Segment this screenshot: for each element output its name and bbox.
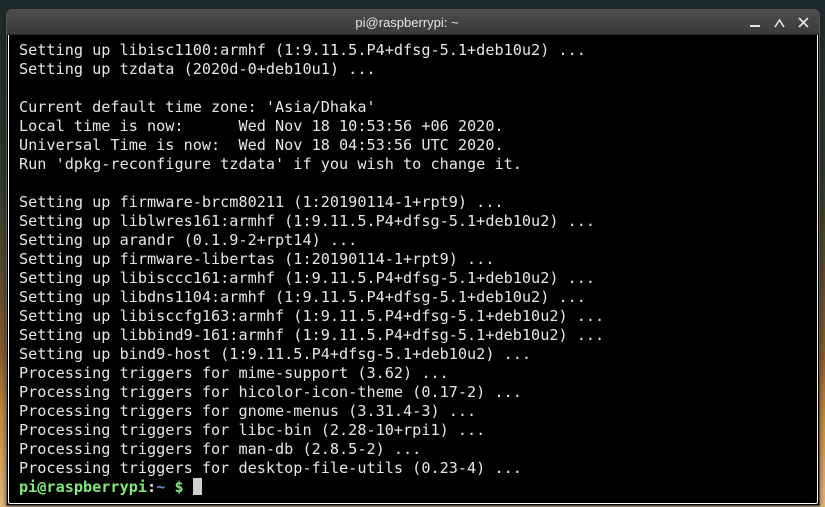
terminal-output: Setting up libisc1100:armhf (1:9.11.5.P4… <box>19 41 604 477</box>
cursor <box>193 478 202 495</box>
titlebar: pi@raspberrypi: ~ <box>7 10 819 35</box>
terminal-window: pi@raspberrypi: ~ Setting up libisc1100:… <box>6 9 820 506</box>
prompt-userhost: pi@raspberrypi <box>19 478 147 496</box>
window-title: pi@raspberrypi: ~ <box>67 15 747 30</box>
maximize-button[interactable] <box>771 14 787 30</box>
minimize-button[interactable] <box>747 14 763 30</box>
prompt-sigil: $ <box>174 478 183 496</box>
prompt-path: ~ <box>156 478 165 496</box>
prompt-separator: : <box>147 478 156 496</box>
terminal-body[interactable]: Setting up libisc1100:armhf (1:9.11.5.P4… <box>8 35 818 504</box>
close-button[interactable] <box>795 14 811 30</box>
window-controls <box>747 14 811 30</box>
